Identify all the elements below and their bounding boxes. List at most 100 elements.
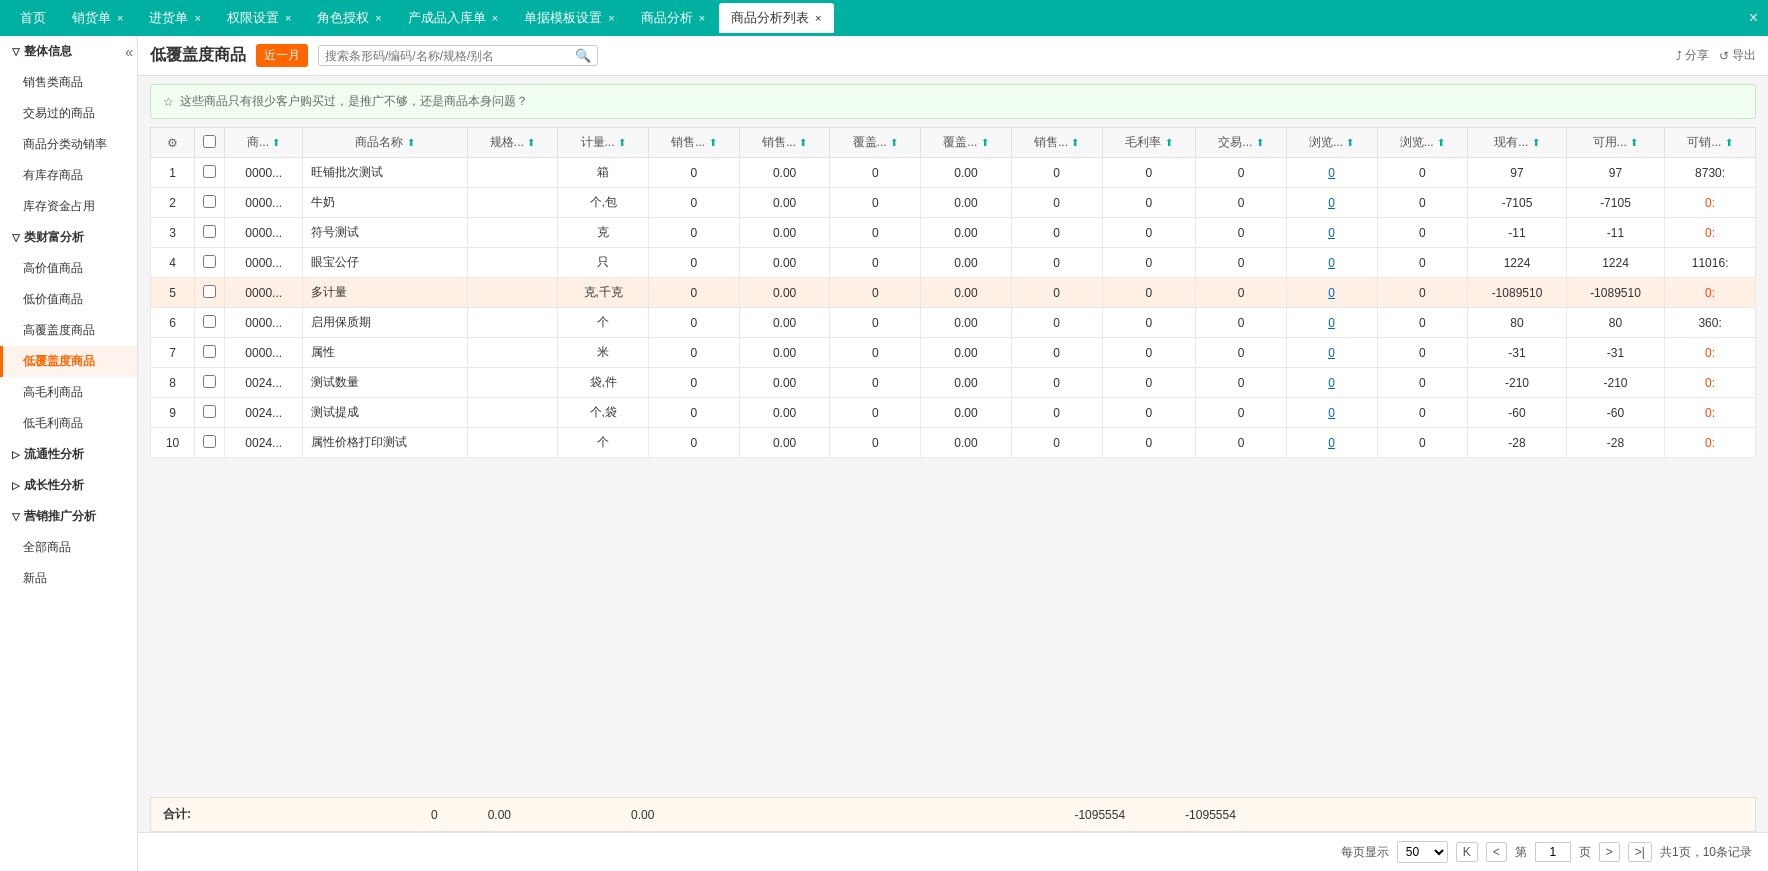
nav-tab-product-analysis-close[interactable]: × bbox=[699, 12, 705, 24]
col-code-sort: ⬆ bbox=[272, 137, 280, 148]
nav-tab-product-analysis[interactable]: 商品分析 × bbox=[629, 3, 717, 33]
nav-tab-template[interactable]: 单据模板设置 × bbox=[512, 3, 626, 33]
last-page-button[interactable]: >| bbox=[1628, 842, 1652, 862]
nav-tab-sales-close[interactable]: × bbox=[117, 12, 123, 24]
sidebar-section-liquidity[interactable]: ▷ 流通性分析 bbox=[0, 439, 137, 470]
col-current-stock[interactable]: 现有... ⬆ bbox=[1468, 128, 1567, 158]
export-button[interactable]: ↺ 导出 bbox=[1719, 47, 1756, 64]
nav-tab-product-analysis-list[interactable]: 商品分析列表 × bbox=[719, 3, 833, 33]
col-sales-other[interactable]: 销售... ⬆ bbox=[1011, 128, 1102, 158]
row-no: 7 bbox=[151, 338, 195, 368]
sidebar-item-traded-products[interactable]: 交易过的商品 bbox=[0, 98, 137, 129]
row-checkbox[interactable] bbox=[195, 158, 225, 188]
row-browse1[interactable]: 0 bbox=[1286, 428, 1377, 458]
nav-tab-purchase[interactable]: 进货单 × bbox=[137, 3, 212, 33]
col-unit-sort: ⬆ bbox=[618, 137, 626, 148]
row-checkbox[interactable] bbox=[195, 248, 225, 278]
page-size-select[interactable]: 50 10 20 100 bbox=[1397, 841, 1448, 863]
sidebar-section-growth[interactable]: ▷ 成长性分析 bbox=[0, 470, 137, 501]
col-gross-margin[interactable]: 毛利率 ⬆ bbox=[1102, 128, 1196, 158]
row-checkbox[interactable] bbox=[195, 278, 225, 308]
row-checkbox[interactable] bbox=[195, 308, 225, 338]
col-code[interactable]: 商... ⬆ bbox=[225, 128, 303, 158]
sidebar-item-stock-capital[interactable]: 库存资金占用 bbox=[0, 191, 137, 222]
sidebar-section-wealth[interactable]: ▽ 类财富分析 bbox=[0, 222, 137, 253]
row-browse1[interactable]: 0 bbox=[1286, 158, 1377, 188]
row-gross-margin: 0 bbox=[1102, 188, 1196, 218]
select-all-checkbox[interactable] bbox=[203, 135, 216, 148]
col-spec[interactable]: 规格... ⬆ bbox=[467, 128, 558, 158]
nav-tab-sales[interactable]: 销货单 × bbox=[60, 3, 135, 33]
row-browse1[interactable]: 0 bbox=[1286, 368, 1377, 398]
nav-tab-home[interactable]: 首页 bbox=[8, 3, 58, 33]
col-browse2[interactable]: 浏览... ⬆ bbox=[1377, 128, 1468, 158]
sidebar-item-low-coverage[interactable]: 低覆盖度商品 bbox=[0, 346, 137, 377]
sidebar-section-marketing[interactable]: ▽ 营销推广分析 bbox=[0, 501, 137, 532]
nav-tab-purchase-close[interactable]: × bbox=[194, 12, 200, 24]
row-checkbox[interactable] bbox=[195, 338, 225, 368]
row-browse1[interactable]: 0 bbox=[1286, 248, 1377, 278]
sidebar-item-high-value[interactable]: 高价值商品 bbox=[0, 253, 137, 284]
nav-tab-permissions-close[interactable]: × bbox=[285, 12, 291, 24]
col-sales-qty[interactable]: 销售... ⬆ bbox=[649, 128, 740, 158]
sidebar-item-new-products[interactable]: 新品 bbox=[0, 563, 137, 594]
page-number-input[interactable] bbox=[1535, 842, 1571, 862]
row-checkbox[interactable] bbox=[195, 428, 225, 458]
settings-icon[interactable]: ⚙ bbox=[167, 136, 178, 150]
search-input[interactable] bbox=[325, 49, 571, 63]
sidebar-item-sales-products[interactable]: 销售类商品 bbox=[0, 67, 137, 98]
row-browse1[interactable]: 0 bbox=[1286, 308, 1377, 338]
row-browse1[interactable]: 0 bbox=[1286, 188, 1377, 218]
first-page-button[interactable]: K bbox=[1456, 842, 1478, 862]
row-checkbox[interactable] bbox=[195, 398, 225, 428]
row-browse1[interactable]: 0 bbox=[1286, 398, 1377, 428]
col-cover1[interactable]: 覆盖... ⬆ bbox=[830, 128, 921, 158]
col-transaction[interactable]: 交易... ⬆ bbox=[1196, 128, 1287, 158]
sidebar-item-low-margin[interactable]: 低毛利商品 bbox=[0, 408, 137, 439]
sidebar-section-wealth-label: 类财富分析 bbox=[24, 229, 84, 246]
col-browse1[interactable]: 浏览... ⬆ bbox=[1286, 128, 1377, 158]
date-filter-button[interactable]: 近一月 bbox=[256, 44, 308, 67]
nav-tab-template-close[interactable]: × bbox=[608, 12, 614, 24]
sidebar-item-high-coverage[interactable]: 高覆盖度商品 bbox=[0, 315, 137, 346]
col-checkbox[interactable] bbox=[195, 128, 225, 158]
row-unit: 个 bbox=[558, 308, 649, 338]
prev-page-button[interactable]: < bbox=[1486, 842, 1507, 862]
col-saleable[interactable]: 可销... ⬆ bbox=[1665, 128, 1756, 158]
row-code: 0024... bbox=[225, 398, 303, 428]
col-unit[interactable]: 计量... ⬆ bbox=[558, 128, 649, 158]
row-checkbox[interactable] bbox=[195, 218, 225, 248]
row-browse1[interactable]: 0 bbox=[1286, 218, 1377, 248]
sidebar-collapse-icon[interactable]: « bbox=[125, 44, 133, 60]
col-cover2[interactable]: 覆盖... ⬆ bbox=[921, 128, 1012, 158]
sidebar-section-overall[interactable]: ▽ 整体信息 bbox=[0, 36, 137, 67]
nav-tab-permissions[interactable]: 权限设置 × bbox=[215, 3, 303, 33]
row-no: 2 bbox=[151, 188, 195, 218]
row-browse1[interactable]: 0 bbox=[1286, 278, 1377, 308]
row-cover2: 0.00 bbox=[921, 248, 1012, 278]
nav-tab-product-analysis-list-close[interactable]: × bbox=[815, 12, 821, 24]
sidebar-item-category-rate[interactable]: 商品分类动销率 bbox=[0, 129, 137, 160]
row-browse1[interactable]: 0 bbox=[1286, 338, 1377, 368]
col-name[interactable]: 商品名称 ⬆ bbox=[303, 128, 467, 158]
share-button[interactable]: ⤴ 分享 bbox=[1676, 47, 1709, 64]
nav-tab-warehouse-close[interactable]: × bbox=[492, 12, 498, 24]
sidebar-item-all-products[interactable]: 全部商品 bbox=[0, 532, 137, 563]
row-checkbox[interactable] bbox=[195, 368, 225, 398]
col-available-stock[interactable]: 可用... ⬆ bbox=[1566, 128, 1665, 158]
sidebar-item-high-margin[interactable]: 高毛利商品 bbox=[0, 377, 137, 408]
col-sales-amt[interactable]: 销售... ⬆ bbox=[739, 128, 830, 158]
sidebar-item-low-value[interactable]: 低价值商品 bbox=[0, 284, 137, 315]
next-page-button[interactable]: > bbox=[1599, 842, 1620, 862]
window-close-icon[interactable]: × bbox=[1749, 9, 1758, 27]
nav-tab-roles[interactable]: 角色授权 × bbox=[305, 3, 393, 33]
sidebar-item-stocked-products[interactable]: 有库存商品 bbox=[0, 160, 137, 191]
row-checkbox[interactable] bbox=[195, 188, 225, 218]
row-available-stock: -60 bbox=[1566, 398, 1665, 428]
row-no: 3 bbox=[151, 218, 195, 248]
nav-tab-roles-close[interactable]: × bbox=[375, 12, 381, 24]
content-area: 低覆盖度商品 近一月 🔍 ⤴ 分享 ↺ 导出 ☆ 这些商品只有很少客户购买过，是… bbox=[138, 36, 1768, 871]
sidebar: « ▽ 整体信息 销售类商品 交易过的商品 商品分类动销率 有库存商品 库存资金… bbox=[0, 36, 138, 871]
nav-tab-warehouse[interactable]: 产成品入库单 × bbox=[396, 3, 510, 33]
col-settings[interactable]: ⚙ bbox=[151, 128, 195, 158]
